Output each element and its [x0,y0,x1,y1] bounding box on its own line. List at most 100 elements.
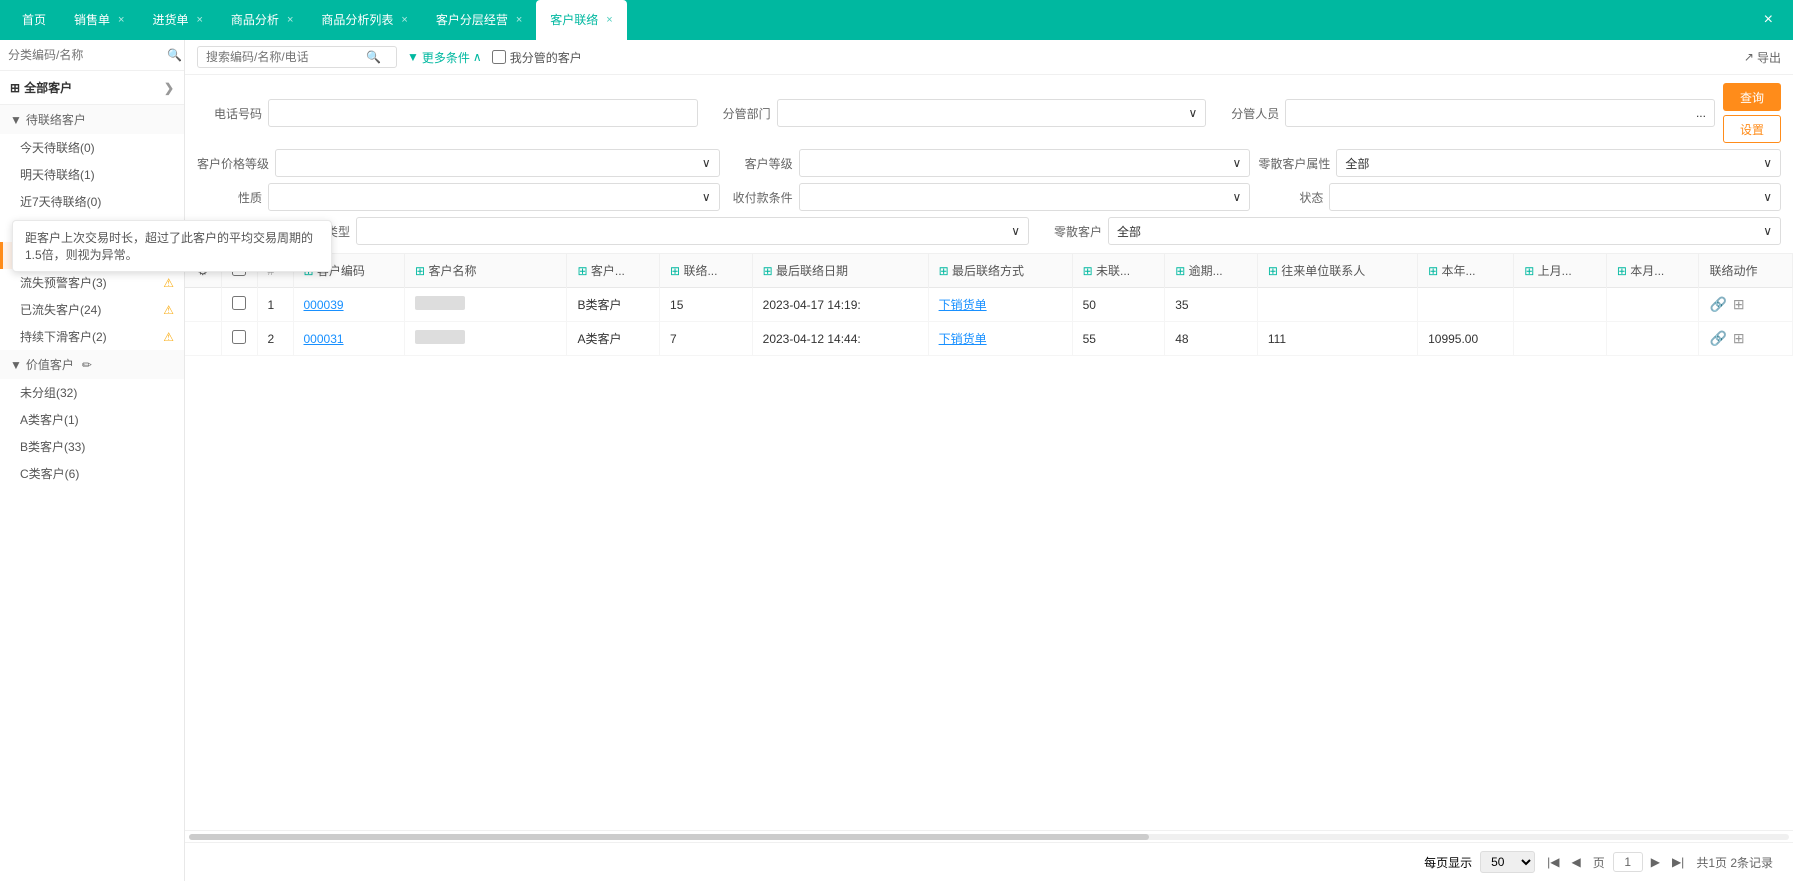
nav-goods-analysis-list[interactable]: 商品分析列表 × [307,0,421,40]
nav-sales-close[interactable]: × [118,0,124,40]
sidebar-item-loss-warning[interactable]: 流失预警客户(3) ⚠ [0,269,184,296]
person-select[interactable]: ... [1285,99,1715,127]
col-overdue-label: 逾期... [1189,264,1223,278]
sidebar-search-icon[interactable]: 🔍 [167,48,182,62]
row1-name[interactable] [405,288,567,322]
sidebar-item-class-a[interactable]: A类客户(1) [0,406,184,433]
sidebar-pending-arrow-icon: ▼ [10,113,22,127]
horizontal-scrollbar[interactable] [185,830,1793,842]
row2-link-icon[interactable]: 🔗 [1709,330,1726,347]
col-overdue[interactable]: ⊞ 逾期... [1165,254,1258,288]
my-customer-checkbox-container[interactable]: 我分管的客户 [492,49,582,66]
row2-last-method[interactable]: 下销货单 [928,322,1072,356]
col-last-date[interactable]: ⊞ 最后联络日期 [752,254,928,288]
sidebar-pending-contact-section[interactable]: ▼ 待联络客户 [0,105,184,134]
filter-field-status: 状态 ∨ [1258,183,1781,211]
lost-warn-icon[interactable]: ⚠ [163,303,174,317]
nav-home[interactable]: 首页 [8,0,60,40]
row2-code[interactable]: 000031 [293,322,405,356]
nav-sales[interactable]: 销售单 × [60,0,138,40]
col-last-method[interactable]: ⊞ 最后联络方式 [928,254,1072,288]
sidebar-value-edit-icon[interactable]: ✏ [82,358,92,372]
sidebar-class-b-label: B类客户(33) [20,440,85,454]
sidebar-collapse-button[interactable]: ❯ [164,81,174,95]
first-page-button[interactable]: |◀ [1543,853,1563,871]
row2-grid-icon[interactable]: ⊞ [1733,330,1745,347]
more-conditions-button[interactable]: ▼ 更多条件 ∧ [407,49,482,66]
nav-purchase[interactable]: 进货单 × [138,0,216,40]
row2-method-link[interactable]: 下销货单 [939,332,987,346]
row2-type: A类客户 [567,322,660,356]
export-button[interactable]: ↗ 导出 [1744,49,1781,66]
row2-select-checkbox[interactable] [232,330,246,344]
row1-last-method[interactable]: 下销货单 [928,288,1072,322]
row1-link-icon[interactable]: 🔗 [1709,296,1726,313]
nav-customer-contact[interactable]: 客户联络 × [536,0,626,40]
action-buttons: 查询 设置 [1723,83,1781,143]
col-this-month[interactable]: ⊞ 本月... [1606,254,1699,288]
sidebar-item-class-c[interactable]: C类客户(6) [0,460,184,487]
sidebar-item-7days[interactable]: 近7天待联络(0) [0,188,184,215]
retail-customer-select[interactable]: 全部 ∨ [1108,217,1781,245]
search-icon[interactable]: 🔍 [366,50,381,64]
dept-select[interactable]: ∨ [777,99,1207,127]
nav-purchase-close[interactable]: × [196,0,202,40]
row1-code[interactable]: 000039 [293,288,405,322]
price-level-select[interactable]: ∨ [275,149,720,177]
sidebar-declining-label: 持续下滑客户(2) [20,328,107,345]
col-unreached[interactable]: ⊞ 未联... [1072,254,1165,288]
col-related-person[interactable]: ⊞ 往来单位联系人 [1257,254,1417,288]
sidebar-item-lost[interactable]: 已流失客户(24) ⚠ [0,296,184,323]
sidebar-item-class-b[interactable]: B类客户(33) [0,433,184,460]
sidebar-item-ungrouped[interactable]: 未分组(32) [0,379,184,406]
scrollbar-thumb[interactable] [189,834,1149,840]
row2-name[interactable] [405,322,567,356]
gender-select[interactable]: ∨ [268,183,720,211]
sidebar-item-today[interactable]: 今天待联络(0) [0,134,184,161]
customer-type-select[interactable]: ∨ [356,217,1029,245]
last-page-button[interactable]: ▶| [1668,853,1688,871]
row1-method-link[interactable]: 下销货单 [939,298,987,312]
nav-goods-analysis[interactable]: 商品分析 × [217,0,307,40]
retail-attr-select[interactable]: 全部 ∨ [1336,149,1781,177]
sidebar-item-declining[interactable]: 持续下滑客户(2) ⚠ [0,323,184,350]
row1-grid-icon[interactable]: ⊞ [1733,296,1745,313]
sidebar-lost-label: 已流失客户(24) [20,301,101,318]
col-last-month[interactable]: ⊞ 上月... [1514,254,1607,288]
prev-page-button[interactable]: ◀ [1567,853,1584,871]
sidebar-item-tomorrow[interactable]: 明天待联络(1) [0,161,184,188]
top-nav-right: × [1752,11,1785,29]
nav-customer-tier-close[interactable]: × [516,0,522,40]
sidebar-all-customers-title[interactable]: ⊞ 全部客户 ❯ [0,71,184,105]
per-page-select[interactable]: 50 100 200 [1480,851,1535,873]
status-select[interactable]: ∨ [1329,183,1781,211]
my-customer-checkbox[interactable] [492,50,506,64]
row2-checkbox[interactable] [221,322,257,356]
row2-related-person: 111 [1257,322,1417,356]
row1-checkbox[interactable] [221,288,257,322]
col-name[interactable]: ⊞ 客户名称 [405,254,567,288]
nav-goods-analysis-list-close[interactable]: × [401,0,407,40]
loss-warning-icon[interactable]: ⚠ [163,276,174,290]
search-input[interactable] [206,50,366,64]
phone-input[interactable] [268,99,698,127]
col-contact[interactable]: ⊞ 联络... [660,254,753,288]
nav-customer-tier[interactable]: 客户分层经营 × [422,0,536,40]
col-type[interactable]: ⊞ 客户... [567,254,660,288]
sidebar-value-section[interactable]: ▼ 价值客户 ✏ [0,350,184,379]
payment-select[interactable]: ∨ [799,183,1251,211]
col-type-sort-icon: ⊞ [577,264,587,278]
next-page-button[interactable]: ▶ [1647,853,1664,871]
current-page-input[interactable]: 1 [1613,852,1643,872]
settings-button[interactable]: 设置 [1723,115,1781,143]
nav-goods-analysis-close[interactable]: × [287,0,293,40]
declining-warn-icon[interactable]: ⚠ [163,330,174,344]
row1-select-checkbox[interactable] [232,296,246,310]
customer-level-select[interactable]: ∨ [799,149,1251,177]
nav-customer-tier-label: 客户分层经营 [436,0,508,40]
col-this-year[interactable]: ⊞ 本年... [1418,254,1514,288]
nav-customer-contact-close[interactable]: × [606,0,612,40]
query-button[interactable]: 查询 [1723,83,1781,111]
sidebar-search-input[interactable] [8,48,163,62]
window-close-button[interactable]: × [1752,11,1785,29]
